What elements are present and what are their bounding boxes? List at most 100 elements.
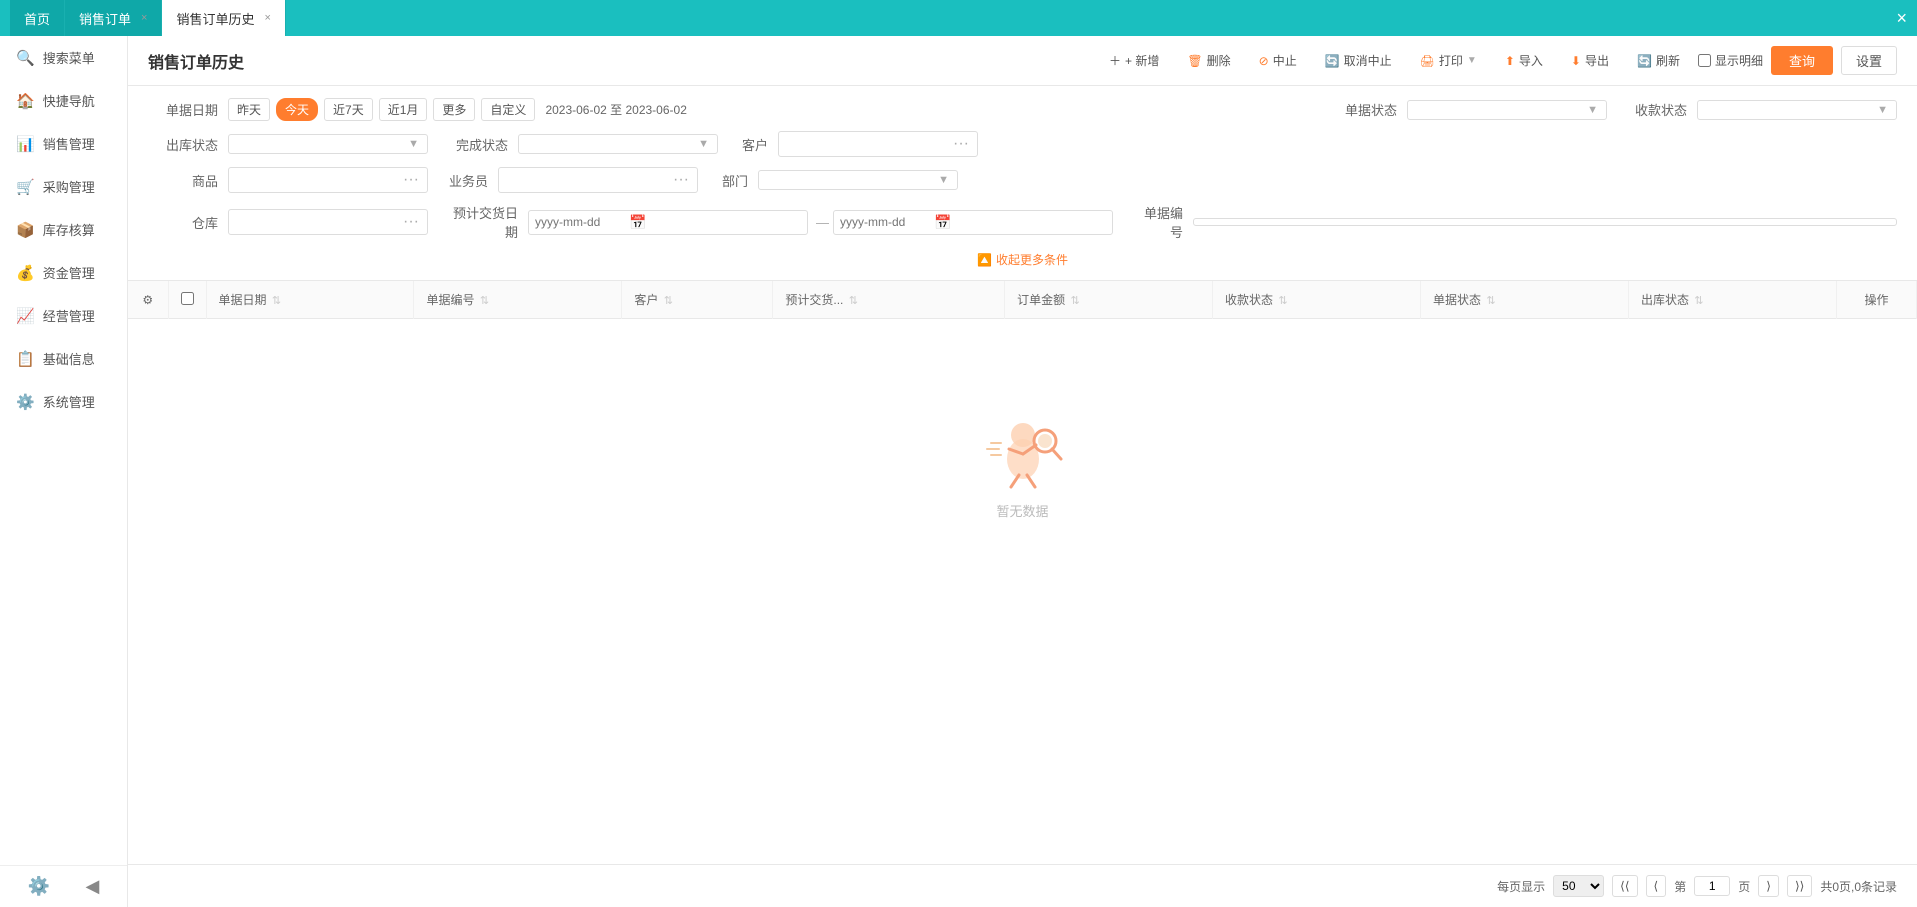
goods-input[interactable]: ··· — [228, 167, 428, 193]
window-close-button[interactable]: × — [1896, 8, 1907, 29]
customer-sort-icon: ⇅ — [664, 295, 673, 307]
th-bill-no[interactable]: 单据编号 ⇅ — [414, 281, 622, 319]
empty-text: 暂无数据 — [996, 501, 1048, 520]
goods-picker-icon[interactable]: ··· — [403, 171, 419, 189]
first-page-button[interactable]: ⟨⟨ — [1612, 875, 1637, 897]
pagination-bar: 每页显示 50 10 20 100 ⟨⟨ ⟨ 第 页 ⟩ ⟩⟩ 共0页,0条记录 — [128, 864, 1917, 907]
bill-no-input[interactable] — [1193, 218, 1897, 226]
page-word: 第 — [1674, 878, 1686, 895]
th-expected-date[interactable]: 预计交货... ⇅ — [773, 281, 1005, 319]
sidebar-item-sales-mgmt[interactable]: 📊 销售管理 — [0, 122, 127, 165]
date-btn-today[interactable]: 今天 — [276, 98, 318, 121]
last-page-button[interactable]: ⟩⟩ — [1787, 875, 1812, 897]
export-button[interactable]: ⬇ 导出 — [1561, 48, 1619, 73]
calendar-to-icon[interactable]: 📅 — [934, 214, 951, 231]
inventory-calc-icon: 📦 — [16, 221, 35, 239]
delete-icon: 🗑 — [1187, 54, 1202, 68]
out-status-label: 出库状态 — [148, 135, 228, 154]
th-receipt-status[interactable]: 收款状态 ⇅ — [1213, 281, 1421, 319]
department-dropdown-icon: ▼ — [938, 174, 949, 186]
print-icon: 🖨 — [1420, 54, 1435, 68]
collapse-button[interactable]: 🔼 收起更多条件 — [148, 251, 1897, 268]
th-customer[interactable]: 客户 ⇅ — [622, 281, 773, 319]
date-range-text: 2023-06-02 至 2023-06-02 — [545, 101, 686, 118]
complete-status-dropdown-icon: ▼ — [698, 138, 709, 150]
set-button[interactable]: 设置 — [1841, 46, 1897, 75]
expected-date-to-group: 📅 — [833, 210, 1113, 235]
expected-date-from-input[interactable] — [535, 215, 625, 229]
settings-icon: ⚙ — [142, 293, 153, 307]
filter-area: 单据日期 昨天 今天 近7天 近1月 更多 自定义 2023-06-02 至 2… — [128, 86, 1917, 281]
th-date[interactable]: 单据日期 ⇅ — [206, 281, 414, 319]
tab-home[interactable]: 首页 — [10, 0, 65, 36]
per-page-label: 每页显示 — [1497, 878, 1545, 895]
dense-display-checkbox[interactable] — [1698, 54, 1711, 67]
calendar-from-icon[interactable]: 📅 — [629, 214, 646, 231]
select-all-checkbox[interactable] — [181, 292, 194, 305]
th-settings[interactable]: ⚙ — [128, 281, 168, 319]
expected-date-from-group: 📅 — [528, 210, 808, 235]
date-btn-7days[interactable]: 近7天 — [324, 98, 373, 121]
sidebar-item-ops-mgmt[interactable]: 📈 经营管理 — [0, 294, 127, 337]
export-icon: ⬇ — [1571, 54, 1581, 68]
date-btn-yesterday[interactable]: 昨天 — [228, 98, 270, 121]
add-button[interactable]: ＋ + 新增 — [1099, 48, 1169, 73]
sidebar-item-quick-nav[interactable]: 🏠 快捷导航 — [0, 79, 127, 122]
th-checkbox[interactable] — [168, 281, 206, 319]
import-button[interactable]: ⬆ 导入 — [1495, 48, 1553, 73]
print-button[interactable]: 🖨 打印 ▼ — [1410, 48, 1487, 73]
tab-sales-order-history[interactable]: 销售订单历史 × — [162, 0, 285, 36]
prev-page-button[interactable]: ⟨ — [1646, 875, 1667, 897]
stop-button[interactable]: ⊘ 中止 — [1249, 48, 1307, 73]
expected-date-to-input[interactable] — [840, 215, 930, 229]
cancel-stop-button[interactable]: 🔄 取消中止 — [1315, 48, 1402, 73]
sidebar-item-purchase-mgmt[interactable]: 🛒 采购管理 — [0, 165, 127, 208]
tab-sales-order[interactable]: 销售订单 × — [65, 0, 162, 36]
sidebar-item-inventory-calc[interactable]: 📦 库存核算 — [0, 208, 127, 251]
quick-nav-icon: 🏠 — [16, 92, 35, 110]
customer-input[interactable]: ··· — [778, 131, 978, 157]
refresh-button[interactable]: 🔄 刷新 — [1627, 48, 1690, 73]
th-order-amount[interactable]: 订单金额 ⇅ — [1005, 281, 1213, 319]
total-text: 共0页,0条记录 — [1820, 878, 1897, 895]
department-label: 部门 — [718, 171, 758, 190]
sidebar-item-basic-info[interactable]: 📋 基础信息 — [0, 337, 127, 380]
complete-status-select[interactable]: ▼ — [518, 134, 718, 154]
billno-sort-icon: ⇅ — [480, 295, 489, 307]
date-btn-custom[interactable]: 自定义 — [481, 98, 535, 121]
print-dropdown-icon: ▼ — [1467, 55, 1477, 66]
warehouse-input[interactable]: ··· — [228, 209, 428, 235]
customer-picker-icon[interactable]: ··· — [953, 135, 969, 153]
tab-sales-order-close[interactable]: × — [141, 12, 147, 24]
empty-illustration — [973, 399, 1073, 489]
complete-status-label: 完成状态 — [448, 135, 518, 154]
dense-display-label: 显示明细 — [1698, 52, 1763, 69]
table-area: ⚙ 单据日期 ⇅ 单据编号 ⇅ — [128, 281, 1917, 864]
sidebar-item-sys-mgmt[interactable]: ⚙️ 系统管理 — [0, 380, 127, 423]
date-btn-more[interactable]: 更多 — [433, 98, 475, 121]
bill-status-select[interactable]: ▼ — [1407, 100, 1607, 120]
page-number-input[interactable] — [1694, 876, 1730, 896]
query-button[interactable]: 查询 — [1771, 46, 1833, 75]
th-out-status[interactable]: 出库状态 ⇅ — [1628, 281, 1836, 319]
expected-date-label: 预计交货日期 — [448, 203, 528, 241]
next-page-button[interactable]: ⟩ — [1758, 875, 1779, 897]
department-select[interactable]: ▼ — [758, 170, 958, 190]
th-bill-status[interactable]: 单据状态 ⇅ — [1420, 281, 1628, 319]
salesperson-input[interactable]: ··· — [498, 167, 698, 193]
sidebar-settings-icon[interactable]: ⚙️ — [28, 876, 50, 897]
salesperson-picker-icon[interactable]: ··· — [673, 171, 689, 189]
sidebar-collapse-icon[interactable]: ◀ — [85, 876, 99, 897]
date-btn-1month[interactable]: 近1月 — [379, 98, 428, 121]
receipt-status-select[interactable]: ▼ — [1697, 100, 1897, 120]
tab-sales-order-history-close[interactable]: × — [264, 12, 270, 24]
purchase-mgmt-icon: 🛒 — [16, 178, 35, 196]
sidebar-item-capital-mgmt[interactable]: 💰 资金管理 — [0, 251, 127, 294]
per-page-select[interactable]: 50 10 20 100 — [1553, 875, 1604, 897]
content-area: 销售订单历史 ＋ + 新增 🗑 删除 ⊘ 中止 🔄 取消中止 — [128, 36, 1917, 907]
out-status-select[interactable]: ▼ — [228, 134, 428, 154]
warehouse-picker-icon[interactable]: ··· — [403, 213, 419, 231]
sidebar-item-search-menu[interactable]: 🔍 搜索菜单 — [0, 36, 127, 79]
sys-mgmt-icon: ⚙️ — [16, 393, 35, 411]
delete-button[interactable]: 🗑 删除 — [1177, 48, 1240, 73]
